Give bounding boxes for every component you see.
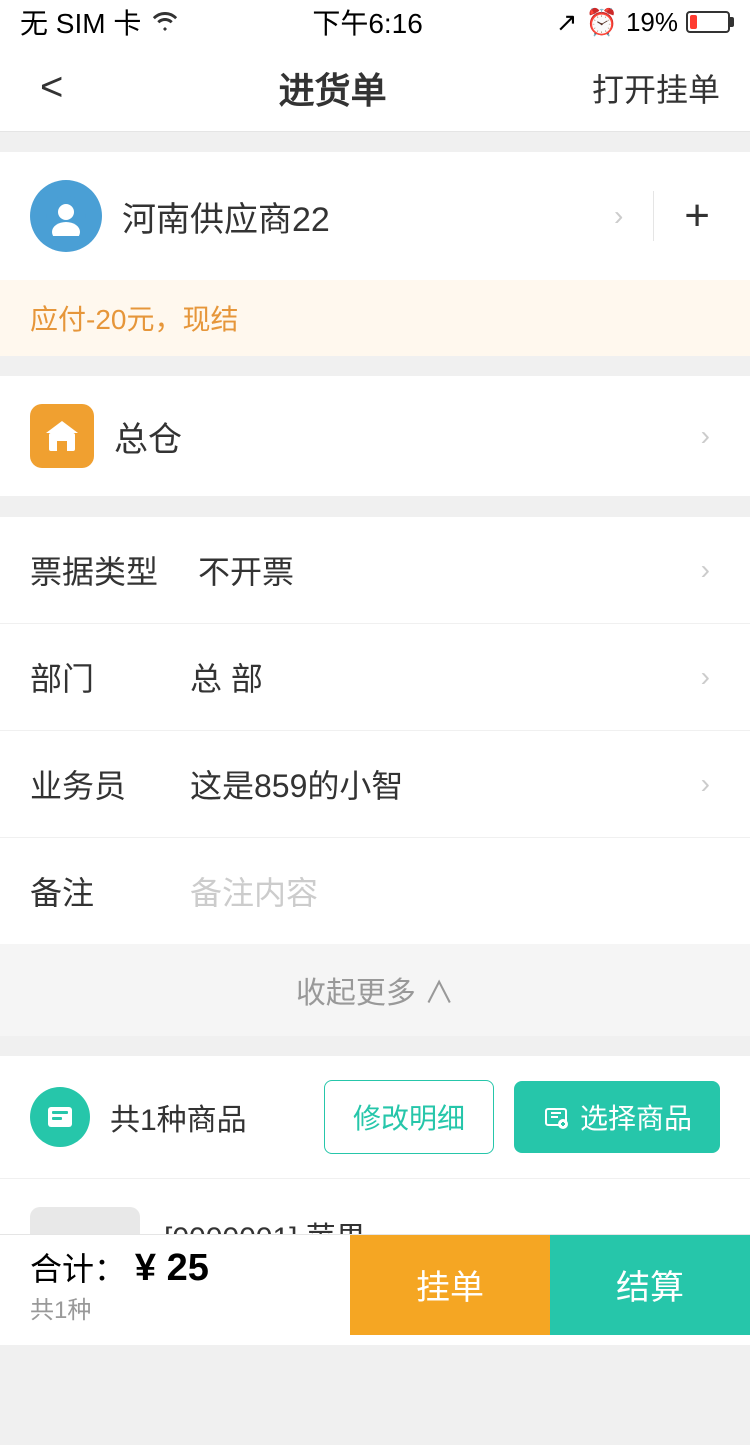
carrier-label: 无 SIM 卡 (20, 2, 141, 42)
location-icon: ↗ (556, 7, 578, 38)
nav-bar: < 进货单 打开挂单 (0, 44, 750, 132)
add-button[interactable]: + (674, 181, 720, 251)
warehouse-chevron-icon: › (701, 420, 710, 452)
supplier-section: 河南供应商22 › + 应付-20元，现结 (0, 152, 750, 356)
salesperson-row[interactable]: 业务员 这是859的小智 › (0, 730, 750, 837)
warehouse-name: 总仓 (114, 412, 701, 461)
section-gap-3 (0, 496, 750, 516)
edit-details-button[interactable]: 修改明细 (324, 1080, 494, 1154)
department-chevron-icon: › (701, 661, 710, 693)
total-label-row: 合计： ¥ 25 (30, 1244, 320, 1290)
total-section: 合计： ¥ 25 共1种 (0, 1244, 350, 1325)
status-right: ↗ ⏰ 19% (556, 7, 730, 38)
open-pending-button[interactable]: 打开挂单 (592, 65, 720, 111)
select-product-button[interactable]: 选择商品 (514, 1081, 720, 1153)
select-product-label: 选择商品 (580, 1097, 692, 1137)
supplier-chevron-icon: › (614, 200, 623, 232)
department-row[interactable]: 部门 总 部 › (0, 623, 750, 730)
alarm-icon: ⏰ (586, 7, 618, 38)
status-bar: 无 SIM 卡 下午6:16 ↗ ⏰ 19% (0, 0, 750, 44)
battery-icon (686, 11, 730, 33)
salesperson-label: 业务员 (30, 761, 150, 807)
warehouse-row[interactable]: 总仓 › (0, 376, 750, 496)
collapse-bar[interactable]: 收起更多 ∧ (0, 944, 750, 1036)
remark-input[interactable]: 备注内容 (190, 868, 720, 914)
department-value: 总 部 (190, 654, 701, 700)
battery-percent: 19% (626, 7, 678, 38)
supplier-row[interactable]: 河南供应商22 › + (0, 152, 750, 280)
section-gap-1 (0, 132, 750, 152)
invoice-type-value: 不开票 (198, 547, 701, 593)
section-gap-2 (0, 356, 750, 376)
supplier-name: 河南供应商22 (122, 192, 614, 241)
remark-label: 备注 (30, 868, 150, 914)
warehouse-icon (30, 404, 94, 468)
vertical-divider (653, 191, 654, 241)
department-label: 部门 (30, 654, 150, 700)
back-button[interactable]: < (30, 55, 73, 120)
salesperson-value: 这是859的小智 (190, 761, 701, 807)
total-label: 合计： (30, 1251, 126, 1287)
status-time: 下午6:16 (312, 2, 423, 42)
salesperson-chevron-icon: › (701, 768, 710, 800)
warehouse-section: 总仓 › (0, 376, 750, 496)
products-header: 共1种商品 修改明细 选择商品 (0, 1056, 750, 1178)
bottom-bar: 合计： ¥ 25 共1种 挂单 结算 (0, 1234, 750, 1334)
invoice-type-label: 票据类型 (30, 547, 158, 593)
form-section: 票据类型 不开票 › 部门 总 部 › 业务员 这是859的小智 › 备注 备注… (0, 516, 750, 944)
products-count: 共1种商品 (110, 1095, 304, 1139)
remark-row[interactable]: 备注 备注内容 (0, 837, 750, 944)
status-left: 无 SIM 卡 (20, 2, 179, 42)
wifi-icon (151, 6, 179, 38)
invoice-type-chevron-icon: › (701, 554, 710, 586)
total-count: 共1种 (30, 1290, 320, 1325)
total-amount: ¥ 25 (135, 1247, 209, 1289)
supplier-avatar (30, 180, 102, 252)
section-gap-4 (0, 1036, 750, 1056)
products-icon (30, 1087, 90, 1147)
checkout-button[interactable]: 结算 (550, 1235, 750, 1335)
notice-bar: 应付-20元，现结 (0, 280, 750, 356)
hang-button[interactable]: 挂单 (350, 1235, 550, 1335)
invoice-type-row[interactable]: 票据类型 不开票 › (0, 516, 750, 623)
page-title: 进货单 (279, 62, 387, 114)
